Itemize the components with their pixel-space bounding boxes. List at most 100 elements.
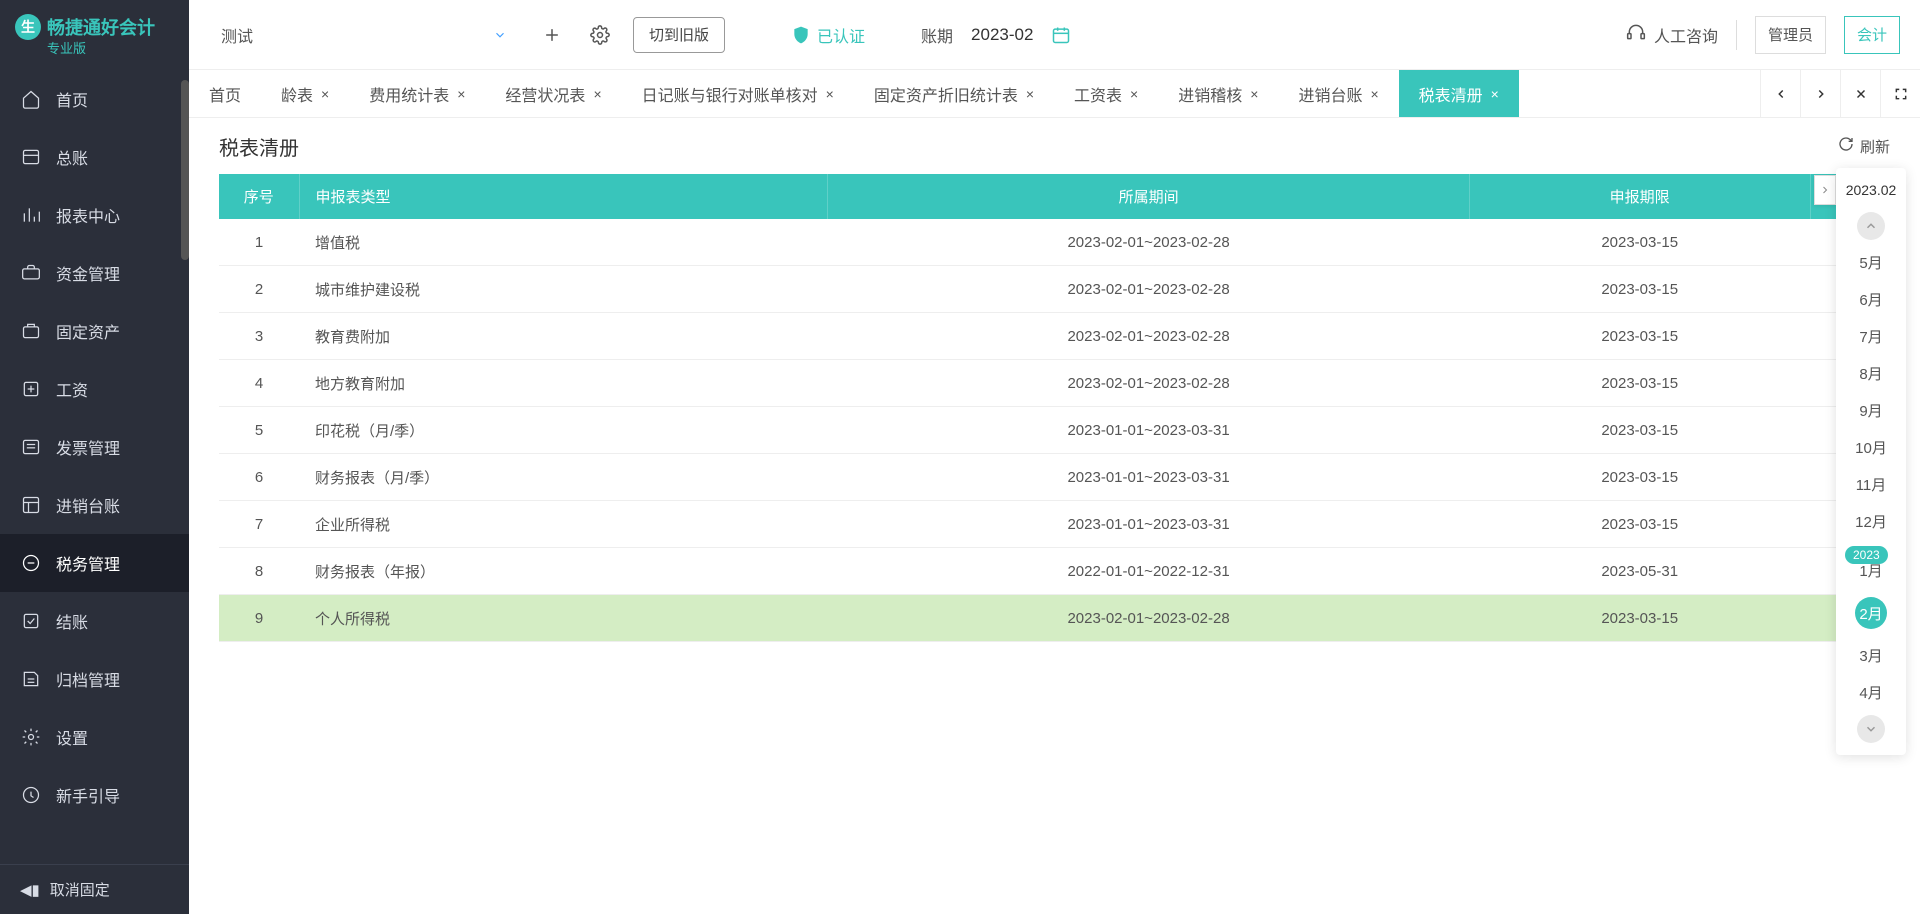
sidebar-unpin[interactable]: ◀▮ 取消固定 [0, 864, 189, 914]
nav-label: 税务管理 [56, 551, 120, 575]
add-button[interactable] [537, 20, 567, 50]
sidebar-item-12[interactable]: 新手引导 [0, 766, 189, 824]
month-panel-toggle[interactable] [1814, 175, 1836, 205]
unpin-icon: ◀▮ [20, 881, 40, 899]
tab-label: 首页 [209, 82, 241, 106]
sidebar-item-9[interactable]: 结账 [0, 592, 189, 650]
month-item[interactable]: 3月 [1855, 637, 1887, 674]
month-panel-header: 2023.02 [1846, 176, 1897, 208]
verified-badge[interactable]: 已认证 [791, 23, 865, 47]
sidebar-item-6[interactable]: 发票管理 [0, 418, 189, 476]
tab-close-icon[interactable]: × [1491, 86, 1499, 102]
month-item[interactable]: 7月 [1855, 318, 1887, 355]
nav-icon [20, 88, 42, 110]
month-item[interactable]: 12月 [1855, 503, 1887, 540]
table-row[interactable]: 5 印花税（月/季） 2023-01-01~2023-03-31 2023-03… [219, 407, 1890, 454]
sidebar-item-1[interactable]: 总账 [0, 128, 189, 186]
cell-seq: 2 [219, 266, 299, 313]
cell-type: 地方教育附加 [299, 360, 828, 407]
divider [1736, 20, 1737, 50]
tab-scroll-left[interactable] [1760, 70, 1800, 118]
cell-period: 2023-01-01~2023-03-31 [828, 501, 1470, 548]
month-scroll-up[interactable] [1857, 212, 1885, 240]
nav-label: 首页 [56, 87, 88, 111]
month-item[interactable]: 9月 [1855, 392, 1887, 429]
sidebar-item-7[interactable]: 进销台账 [0, 476, 189, 534]
month-item[interactable]: 4月 [1855, 674, 1887, 711]
tab-close-all[interactable] [1840, 70, 1880, 118]
tab-4[interactable]: 日记账与银行对账单核对 × [622, 70, 854, 117]
table-row[interactable]: 8 财务报表（年报） 2022-01-01~2022-12-31 2023-05… [219, 548, 1890, 595]
cell-type: 财务报表（年报） [299, 548, 828, 595]
tab-close-icon[interactable]: × [1370, 86, 1378, 102]
tab-label: 工资表 [1074, 82, 1122, 106]
table-row[interactable]: 2 城市维护建设税 2023-02-01~2023-02-28 2023-03-… [219, 266, 1890, 313]
tab-7[interactable]: 进销稽核× [1158, 70, 1278, 117]
month-item[interactable]: 5月 [1855, 244, 1887, 281]
switch-old-version-button[interactable]: 切到旧版 [633, 17, 725, 53]
nav-icon [20, 204, 42, 226]
tab-6[interactable]: 工资表 × [1054, 70, 1158, 117]
headset-icon [1626, 22, 1646, 47]
sidebar-item-11[interactable]: 设置 [0, 708, 189, 766]
th-period: 所属期间 [828, 174, 1470, 219]
sidebar-item-2[interactable]: 报表中心 [0, 186, 189, 244]
role-accountant-button[interactable]: 会计 [1844, 16, 1900, 54]
tab-close-icon[interactable]: × [457, 86, 465, 102]
month-item[interactable]: 8月 [1855, 355, 1887, 392]
table-row[interactable]: 4 地方教育附加 2023-02-01~2023-02-28 2023-03-1… [219, 360, 1890, 407]
settings-button[interactable] [585, 20, 615, 50]
month-item[interactable]: 2月 [1855, 589, 1887, 637]
page-header: 税表清册 刷新 [189, 118, 1920, 174]
month-item[interactable]: 11月 [1855, 466, 1887, 503]
tab-2[interactable]: 费用统计表× [349, 70, 485, 117]
tab-label: 日记账与银行对账单核对 [642, 82, 818, 106]
brand-logo[interactable]: 生 畅捷通好会计 专业版 [0, 0, 189, 70]
tab-scroll-right[interactable] [1800, 70, 1840, 118]
calendar-icon[interactable] [1051, 25, 1071, 45]
tab-0[interactable]: 首页 [189, 70, 261, 117]
tab-1[interactable]: 龄表× [261, 70, 349, 117]
sidebar-item-3[interactable]: 资金管理 [0, 244, 189, 302]
sidebar-item-5[interactable]: 工资 [0, 360, 189, 418]
role-admin-button[interactable]: 管理员 [1755, 16, 1826, 54]
nav-icon [20, 436, 42, 458]
tab-3[interactable]: 经营状况表× [485, 70, 621, 117]
tab-close-icon[interactable]: × [593, 86, 601, 102]
tab-close-icon[interactable]: × [321, 86, 329, 102]
sidebar-item-8[interactable]: 税务管理 [0, 534, 189, 592]
logo-icon: 生 [15, 14, 41, 40]
sidebar-item-4[interactable]: 固定资产 [0, 302, 189, 360]
table-row[interactable]: 7 企业所得税 2023-01-01~2023-03-31 2023-03-15 [219, 501, 1890, 548]
cell-deadline: 2023-03-15 [1469, 219, 1810, 266]
nav-label: 进销台账 [56, 493, 120, 517]
table-row[interactable]: 9 个人所得税 2023-02-01~2023-02-28 2023-03-15 [219, 595, 1890, 642]
table-row[interactable]: 3 教育费附加 2023-02-01~2023-02-28 2023-03-15 [219, 313, 1890, 360]
sidebar-scrollbar[interactable] [181, 80, 189, 260]
tab-9[interactable]: 税表清册× [1399, 70, 1519, 117]
tab-close-icon[interactable]: × [1026, 86, 1034, 102]
table-row[interactable]: 1 增值税 2023-02-01~2023-02-28 2023-03-15 [219, 219, 1890, 266]
month-item[interactable]: 6月 [1855, 281, 1887, 318]
month-scroll-down[interactable] [1857, 715, 1885, 743]
tab-close-icon[interactable]: × [1250, 86, 1258, 102]
tab-close-icon[interactable]: × [826, 86, 834, 102]
fullscreen-button[interactable] [1880, 70, 1920, 118]
cell-deadline: 2023-03-15 [1469, 407, 1810, 454]
tab-5[interactable]: 固定资产折旧统计表× [854, 70, 1054, 117]
cell-type: 城市维护建设税 [299, 266, 828, 313]
support-button[interactable]: 人工咨询 [1626, 22, 1718, 47]
month-item[interactable]: 10月 [1855, 429, 1887, 466]
tenant-selector[interactable]: 测试 [209, 15, 519, 55]
cell-period: 2023-02-01~2023-02-28 [828, 313, 1470, 360]
sidebar-item-10[interactable]: 归档管理 [0, 650, 189, 708]
cell-deadline: 2023-03-15 [1469, 454, 1810, 501]
cell-seq: 5 [219, 407, 299, 454]
cell-seq: 6 [219, 454, 299, 501]
table-row[interactable]: 6 财务报表（月/季） 2023-01-01~2023-03-31 2023-0… [219, 454, 1890, 501]
sidebar-item-0[interactable]: 首页 [0, 70, 189, 128]
tab-close-icon[interactable]: × [1130, 86, 1138, 102]
cell-deadline: 2023-05-31 [1469, 548, 1810, 595]
tab-8[interactable]: 进销台账× [1278, 70, 1398, 117]
refresh-button[interactable]: 刷新 [1838, 136, 1890, 157]
